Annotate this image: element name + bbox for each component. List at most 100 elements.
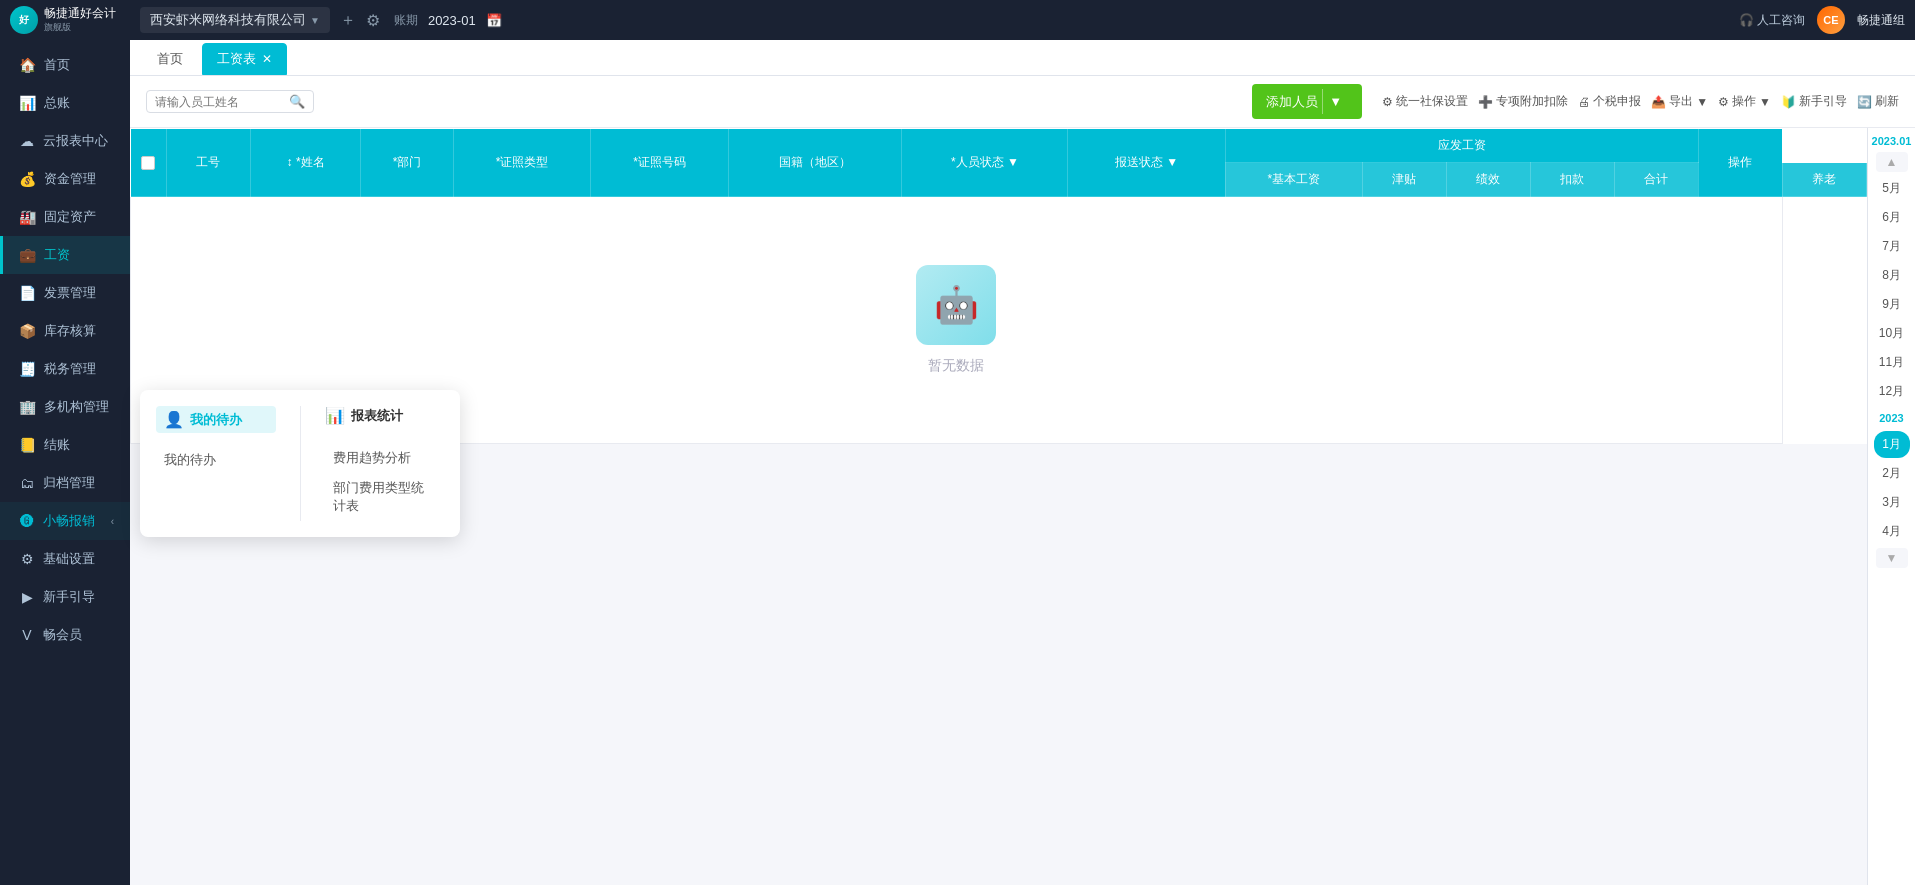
th-status: *人员状态 ▼ (902, 129, 1068, 197)
headset-icon: 🎧 (1739, 13, 1754, 27)
sidebar-item-vip[interactable]: V 畅会员 (0, 616, 130, 654)
calendar-icon[interactable]: 📅 (486, 13, 502, 28)
add-icon[interactable]: ＋ (340, 10, 356, 31)
sidebar-item-ledger[interactable]: 📊 总账 (0, 84, 130, 122)
th-performance: 绩效 (1446, 163, 1530, 197)
th-id-number: *证照号码 (591, 129, 729, 197)
th-department: *部门 (361, 129, 454, 197)
guide-toolbar-icon: 🔰 (1781, 95, 1796, 109)
sidebar-item-tax[interactable]: 🧾 税务管理 (0, 350, 130, 388)
sidebar-item-close-account[interactable]: 📒 结账 (0, 426, 130, 464)
action-tax-report[interactable]: 🖨 个税申报 (1578, 93, 1641, 110)
popup-col-reports: 📊 报表统计 费用趋势分析 部门费用类型统计表 (325, 406, 445, 521)
fixed-assets-icon: 🏭 (19, 209, 36, 225)
month-8[interactable]: 8月 (1874, 262, 1910, 289)
sidebar-label: 新手引导 (43, 588, 95, 606)
todo-icon: 👤 (164, 410, 184, 429)
action-label: 操作 (1732, 93, 1756, 110)
month-9[interactable]: 9月 (1874, 291, 1910, 318)
add-person-button[interactable]: 添加人员 ▼ (1252, 84, 1362, 119)
month-10[interactable]: 10月 (1874, 320, 1910, 347)
month-4[interactable]: 4月 (1874, 518, 1910, 545)
select-all-checkbox[interactable] (141, 156, 155, 170)
add-btn-dropdown-icon[interactable]: ▼ (1322, 89, 1348, 114)
sidebar-label: 基础设置 (43, 550, 95, 568)
sidebar-item-funds[interactable]: 💰 资金管理 (0, 160, 130, 198)
add-btn-label: 添加人员 (1266, 93, 1318, 111)
action-social-security[interactable]: ⚙ 统一社保设置 (1382, 93, 1468, 110)
sidebar-item-inventory[interactable]: 📦 库存核算 (0, 312, 130, 350)
company-selector[interactable]: 西安虾米网络科技有限公司 ▼ (140, 7, 330, 33)
period-label: 账期 (394, 12, 418, 29)
action-bar: 🔍 添加人员 ▼ ⚙ 统一社保设置 ➕ 专项附加扣除 🖨 个税申报 (130, 76, 1915, 128)
month-scroll-down[interactable]: ▼ (1876, 548, 1908, 568)
action-refresh[interactable]: 🔄 刷新 (1857, 93, 1899, 110)
deduction-icon: ➕ (1478, 95, 1493, 109)
popup-item-my-todo[interactable]: 我的待办 (156, 445, 276, 475)
th-employee-id: 工号 (167, 129, 251, 197)
month-5[interactable]: 5月 (1874, 175, 1910, 202)
action-label: 刷新 (1875, 93, 1899, 110)
sidebar-label: 首页 (44, 56, 70, 74)
tab-salary[interactable]: 工资表 ✕ (202, 43, 287, 75)
popup-reports-title: 📊 报表统计 (325, 406, 445, 431)
sidebar-label: 工资 (44, 246, 70, 264)
action-label: 个税申报 (1593, 93, 1641, 110)
th-report-status: 报送状态 ▼ (1068, 129, 1225, 197)
month-7[interactable]: 7月 (1874, 233, 1910, 260)
tab-close-icon[interactable]: ✕ (262, 52, 272, 66)
guide-icon: ▶ (19, 589, 35, 605)
month-11[interactable]: 11月 (1874, 349, 1910, 376)
sidebar-item-fixed-assets[interactable]: 🏭 固定资产 (0, 198, 130, 236)
search-wrap: 🔍 (146, 90, 314, 113)
month-1-active[interactable]: 1月 (1874, 431, 1910, 458)
month-6[interactable]: 6月 (1874, 204, 1910, 231)
th-nationality: 国籍（地区） (728, 129, 902, 197)
period-value[interactable]: 2023-01 (428, 13, 476, 28)
operation-dropdown-icon: ▼ (1759, 95, 1771, 109)
tab-bar: 首页 工资表 ✕ (130, 40, 1915, 76)
th-name: ↕ *姓名 (250, 129, 360, 197)
sidebar-item-archive[interactable]: 🗂 归档管理 (0, 464, 130, 502)
sidebar-item-expense[interactable]: 🅖 小畅报销 ‹ (0, 502, 130, 540)
action-label: 导出 (1669, 93, 1693, 110)
sidebar-item-cloud-report[interactable]: ☁ 云报表中心 (0, 122, 130, 160)
month-12[interactable]: 12月 (1874, 378, 1910, 405)
avatar-initials: CE (1823, 14, 1838, 26)
month-scroll-up[interactable]: ▲ (1876, 152, 1908, 172)
sidebar-label: 云报表中心 (43, 132, 108, 150)
action-guide[interactable]: 🔰 新手引导 (1781, 93, 1847, 110)
user-name: 畅捷通组 (1857, 12, 1905, 29)
month-panel-header: 2023.01 (1870, 132, 1914, 150)
service-button[interactable]: 🎧 人工咨询 (1739, 12, 1805, 29)
sidebar-item-settings[interactable]: ⚙ 基础设置 (0, 540, 130, 578)
sidebar-item-home[interactable]: 🏠 首页 (0, 46, 130, 84)
funds-icon: 💰 (19, 171, 36, 187)
popup-todo-title: 👤 我的待办 (156, 406, 276, 433)
month-2[interactable]: 2月 (1874, 460, 1910, 487)
sidebar-label: 发票管理 (44, 284, 96, 302)
th-pension: 养老 (1782, 163, 1866, 197)
logo-icon: 好 (10, 6, 38, 34)
company-name: 西安虾米网络科技有限公司 (150, 11, 306, 29)
popup-item-expense-trend[interactable]: 费用趋势分析 (325, 443, 445, 473)
action-export[interactable]: 📤 导出 ▼ (1651, 93, 1708, 110)
sidebar-item-salary[interactable]: 💼 工资 (0, 236, 130, 274)
sidebar-item-guide[interactable]: ▶ 新手引导 (0, 578, 130, 616)
sidebar-item-multi-org[interactable]: 🏢 多机构管理 (0, 388, 130, 426)
collapse-icon: ‹ (111, 516, 114, 527)
month-3[interactable]: 3月 (1874, 489, 1910, 516)
logo-area: 好 畅捷通好会计 旗舰版 (10, 6, 130, 34)
search-icon[interactable]: 🔍 (289, 94, 305, 109)
dept-expense-label: 部门费用类型统计表 (333, 480, 424, 513)
search-input[interactable] (155, 95, 285, 109)
tab-home[interactable]: 首页 (142, 43, 198, 75)
popup-item-dept-expense[interactable]: 部门费用类型统计表 (325, 473, 445, 521)
action-special-deduction[interactable]: ➕ 专项附加扣除 (1478, 93, 1568, 110)
sidebar-item-invoice[interactable]: 📄 发票管理 (0, 274, 130, 312)
settings-icon[interactable]: ⚙ (366, 11, 380, 30)
popup-col-todo: 👤 我的待办 我的待办 (156, 406, 276, 521)
table-header-row-1: 工号 ↕ *姓名 *部门 *证照类型 *证照号码 国籍（地区） *人员状态 ▼ … (131, 129, 1867, 163)
close-account-icon: 📒 (19, 437, 36, 453)
action-operation[interactable]: ⚙ 操作 ▼ (1718, 93, 1771, 110)
